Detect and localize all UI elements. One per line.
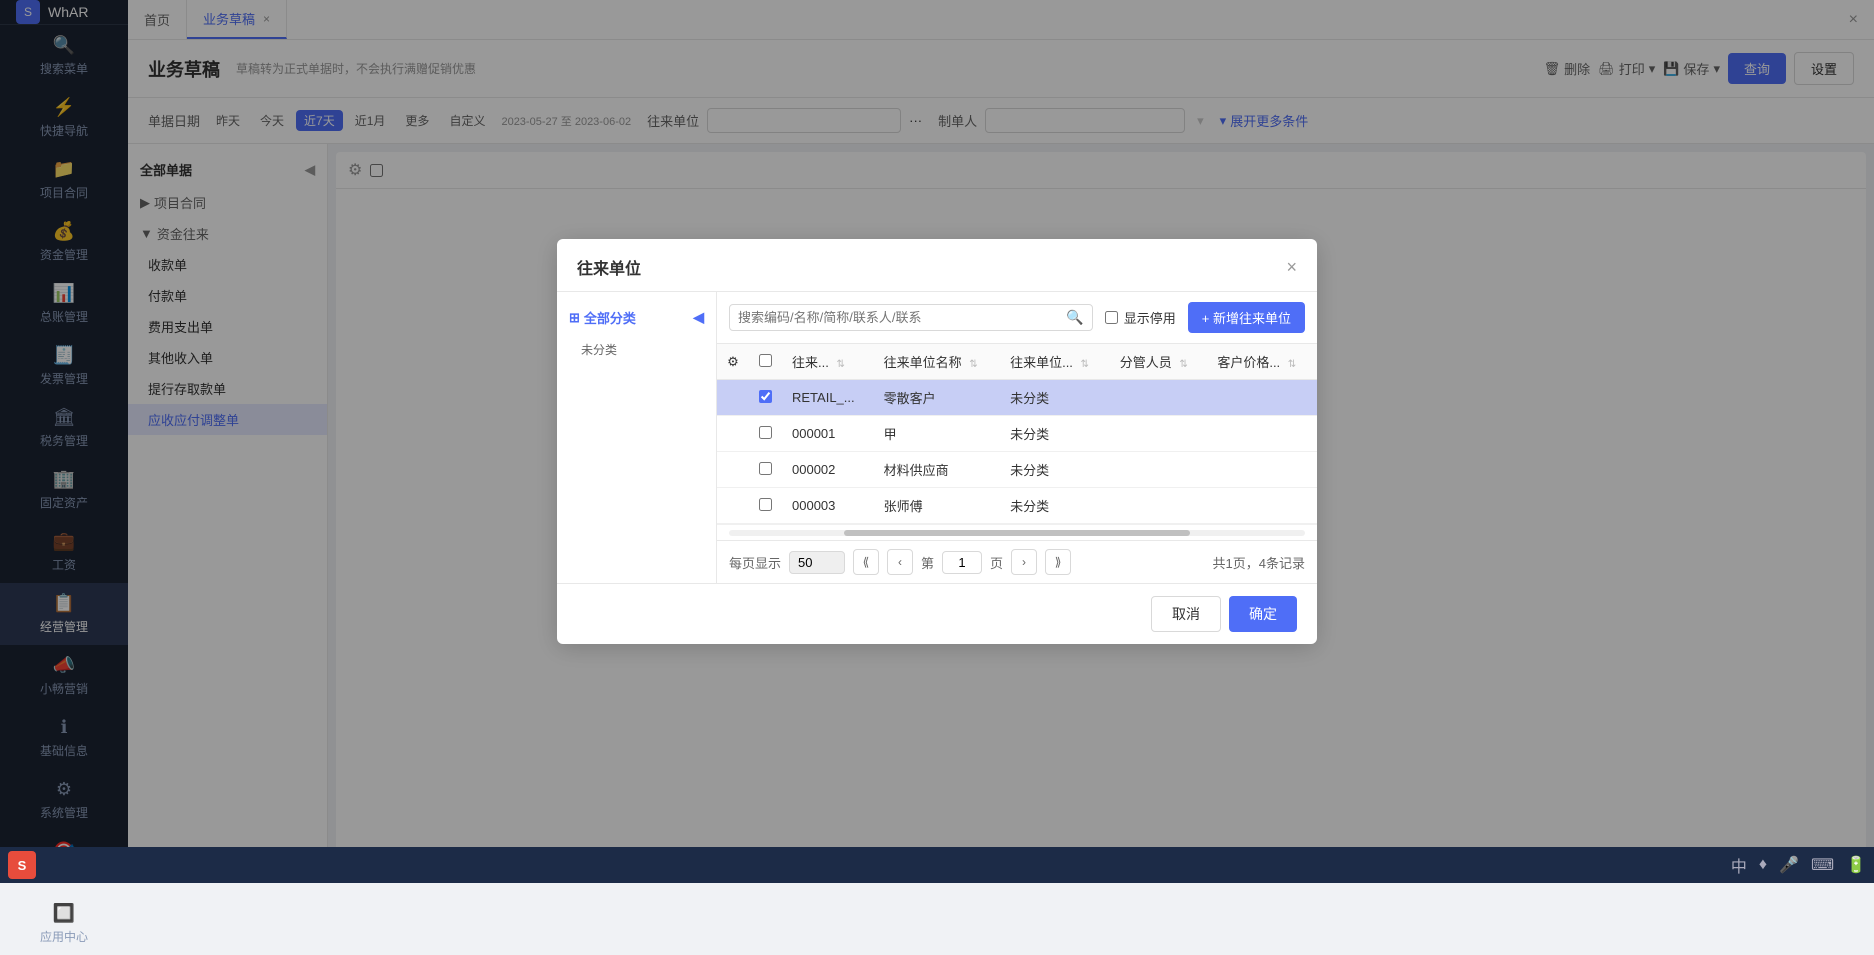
row-name: 甲 xyxy=(874,416,1000,452)
taskbar-icon-battery[interactable]: 🔋 xyxy=(1846,855,1866,875)
col-header-manager: 分管人员 ⇅ xyxy=(1110,344,1208,380)
row-category: 未分类 xyxy=(1000,488,1110,524)
taskbar-icon-keyboard[interactable]: ⌨ xyxy=(1811,855,1834,875)
apps-icon: 🔲 xyxy=(53,903,75,924)
sort-icon-manager: ⇅ xyxy=(1179,359,1187,370)
dialog-body: ⊞ 全部分类 ◀ 未分类 🔍 显示停用 xyxy=(557,292,1317,583)
dialog-content-panel: 🔍 显示停用 + 新增往来单位 ⚙ xyxy=(717,292,1317,583)
scrollbar-track xyxy=(729,530,1305,536)
dialog-sidebar-all[interactable]: ⊞ 全部分类 ◀ xyxy=(557,300,716,335)
add-partner-button[interactable]: + 新增往来单位 xyxy=(1188,302,1305,333)
row-price-level xyxy=(1207,488,1317,524)
dialog-header: 往来单位 × xyxy=(557,239,1317,292)
row-manager xyxy=(1110,452,1208,488)
row-name: 张师傅 xyxy=(874,488,1000,524)
dialog-overlay: 往来单位 × ⊞ 全部分类 ◀ 未分类 🔍 xyxy=(0,0,1874,883)
prev-page-button[interactable]: ‹ xyxy=(887,549,913,575)
dialog-close-button[interactable]: × xyxy=(1286,257,1297,278)
page-input[interactable] xyxy=(942,551,982,574)
partner-dialog: 往来单位 × ⊞ 全部分类 ◀ 未分类 🔍 xyxy=(557,239,1317,644)
row-check-cell[interactable] xyxy=(749,416,782,452)
row-price-level xyxy=(1207,380,1317,416)
next-page-button[interactable]: › xyxy=(1011,549,1037,575)
row-icon-cell xyxy=(717,416,749,452)
row-name: 材料供应商 xyxy=(874,452,1000,488)
row-category: 未分类 xyxy=(1000,452,1110,488)
row-manager xyxy=(1110,380,1208,416)
row-price-level xyxy=(1207,452,1317,488)
table-row[interactable]: 000003 张师傅 未分类 xyxy=(717,488,1317,524)
row-checkbox[interactable] xyxy=(759,390,772,403)
taskbar-icon-zh[interactable]: 中 xyxy=(1731,853,1747,877)
page-unit: 页 xyxy=(990,553,1003,572)
last-page-button[interactable]: ⟫ xyxy=(1045,549,1071,575)
row-icon-cell xyxy=(717,488,749,524)
col-header-name: 往来单位名称 ⇅ xyxy=(874,344,1000,380)
row-icon-cell xyxy=(717,380,749,416)
taskbar-logo: S xyxy=(8,851,36,879)
dialog-actions: 取消 确定 xyxy=(557,583,1317,644)
col-header-check xyxy=(749,344,782,380)
table-row[interactable]: 000001 甲 未分类 xyxy=(717,416,1317,452)
table-select-all[interactable] xyxy=(759,354,772,367)
partner-search-box: 🔍 xyxy=(729,304,1093,331)
sort-icon-code: ⇅ xyxy=(836,359,844,370)
dialog-title: 往来单位 xyxy=(577,255,641,279)
per-page-label: 每页显示 xyxy=(729,553,781,572)
search-icon: 🔍 xyxy=(1066,309,1083,326)
row-price-level xyxy=(1207,416,1317,452)
col-header-code: 往来... ⇅ xyxy=(782,344,874,380)
row-code: 000003 xyxy=(782,488,874,524)
show-disabled-checkbox[interactable] xyxy=(1105,311,1118,324)
dialog-sidebar: ⊞ 全部分类 ◀ 未分类 xyxy=(557,292,717,583)
row-code: 000002 xyxy=(782,452,874,488)
taskbar: S 中 ♦ 🎤 ⌨ 🔋 xyxy=(0,847,1874,883)
scrollbar-thumb xyxy=(844,530,1190,536)
first-page-button[interactable]: ⟪ xyxy=(853,549,879,575)
sidebar-collapse-icon[interactable]: ◀ xyxy=(693,309,704,326)
total-text: 共1页，4条记录 xyxy=(1213,553,1305,572)
taskbar-icons: 中 ♦ 🎤 ⌨ 🔋 xyxy=(1731,853,1866,877)
dialog-pagination: 每页显示 50 100 ⟪ ‹ 第 页 › ⟫ 共1页，4条记录 xyxy=(717,540,1317,583)
cancel-button[interactable]: 取消 xyxy=(1151,596,1221,632)
col-header-icon: ⚙ xyxy=(717,344,749,380)
col-header-price: 客户价格... ⇅ xyxy=(1207,344,1317,380)
dialog-scrollbar[interactable] xyxy=(717,524,1317,540)
partner-table: ⚙ 往来... ⇅ 往来单位名称 xyxy=(717,344,1317,524)
taskbar-icon-diamond[interactable]: ♦ xyxy=(1759,856,1767,874)
sidebar-item-label: 应用中心 xyxy=(40,928,88,945)
row-checkbox[interactable] xyxy=(759,426,772,439)
row-manager xyxy=(1110,488,1208,524)
show-disabled-label[interactable]: 显示停用 xyxy=(1105,308,1176,327)
per-page-select[interactable]: 50 100 xyxy=(789,551,845,574)
dialog-sidebar-uncategorized[interactable]: 未分类 xyxy=(557,335,716,364)
sidebar-item-apps[interactable]: 🔲 应用中心 xyxy=(0,893,128,955)
row-code: 000001 xyxy=(782,416,874,452)
table-row[interactable]: RETAIL_... 零散客户 未分类 xyxy=(717,380,1317,416)
row-checkbox[interactable] xyxy=(759,498,772,511)
row-check-cell[interactable] xyxy=(749,488,782,524)
row-code: RETAIL_... xyxy=(782,380,874,416)
partner-search-input[interactable] xyxy=(738,310,1060,325)
grid-icon: ⊞ xyxy=(569,310,580,326)
row-category: 未分类 xyxy=(1000,380,1110,416)
row-check-cell[interactable] xyxy=(749,380,782,416)
table-row[interactable]: 000002 材料供应商 未分类 xyxy=(717,452,1317,488)
row-name: 零散客户 xyxy=(874,380,1000,416)
row-manager xyxy=(1110,416,1208,452)
taskbar-icon-mic[interactable]: 🎤 xyxy=(1779,855,1799,875)
settings-col-icon[interactable]: ⚙ xyxy=(727,354,739,369)
confirm-button[interactable]: 确定 xyxy=(1229,596,1297,632)
row-category: 未分类 xyxy=(1000,416,1110,452)
row-icon-cell xyxy=(717,452,749,488)
sort-icon-name: ⇅ xyxy=(969,359,977,370)
dialog-toolbar: 🔍 显示停用 + 新增往来单位 xyxy=(717,292,1317,344)
row-check-cell[interactable] xyxy=(749,452,782,488)
col-header-category: 往来单位... ⇅ xyxy=(1000,344,1110,380)
sort-icon-price: ⇅ xyxy=(1288,359,1296,370)
row-checkbox[interactable] xyxy=(759,462,772,475)
page-label: 第 xyxy=(921,553,934,572)
sort-icon-category: ⇅ xyxy=(1081,359,1089,370)
